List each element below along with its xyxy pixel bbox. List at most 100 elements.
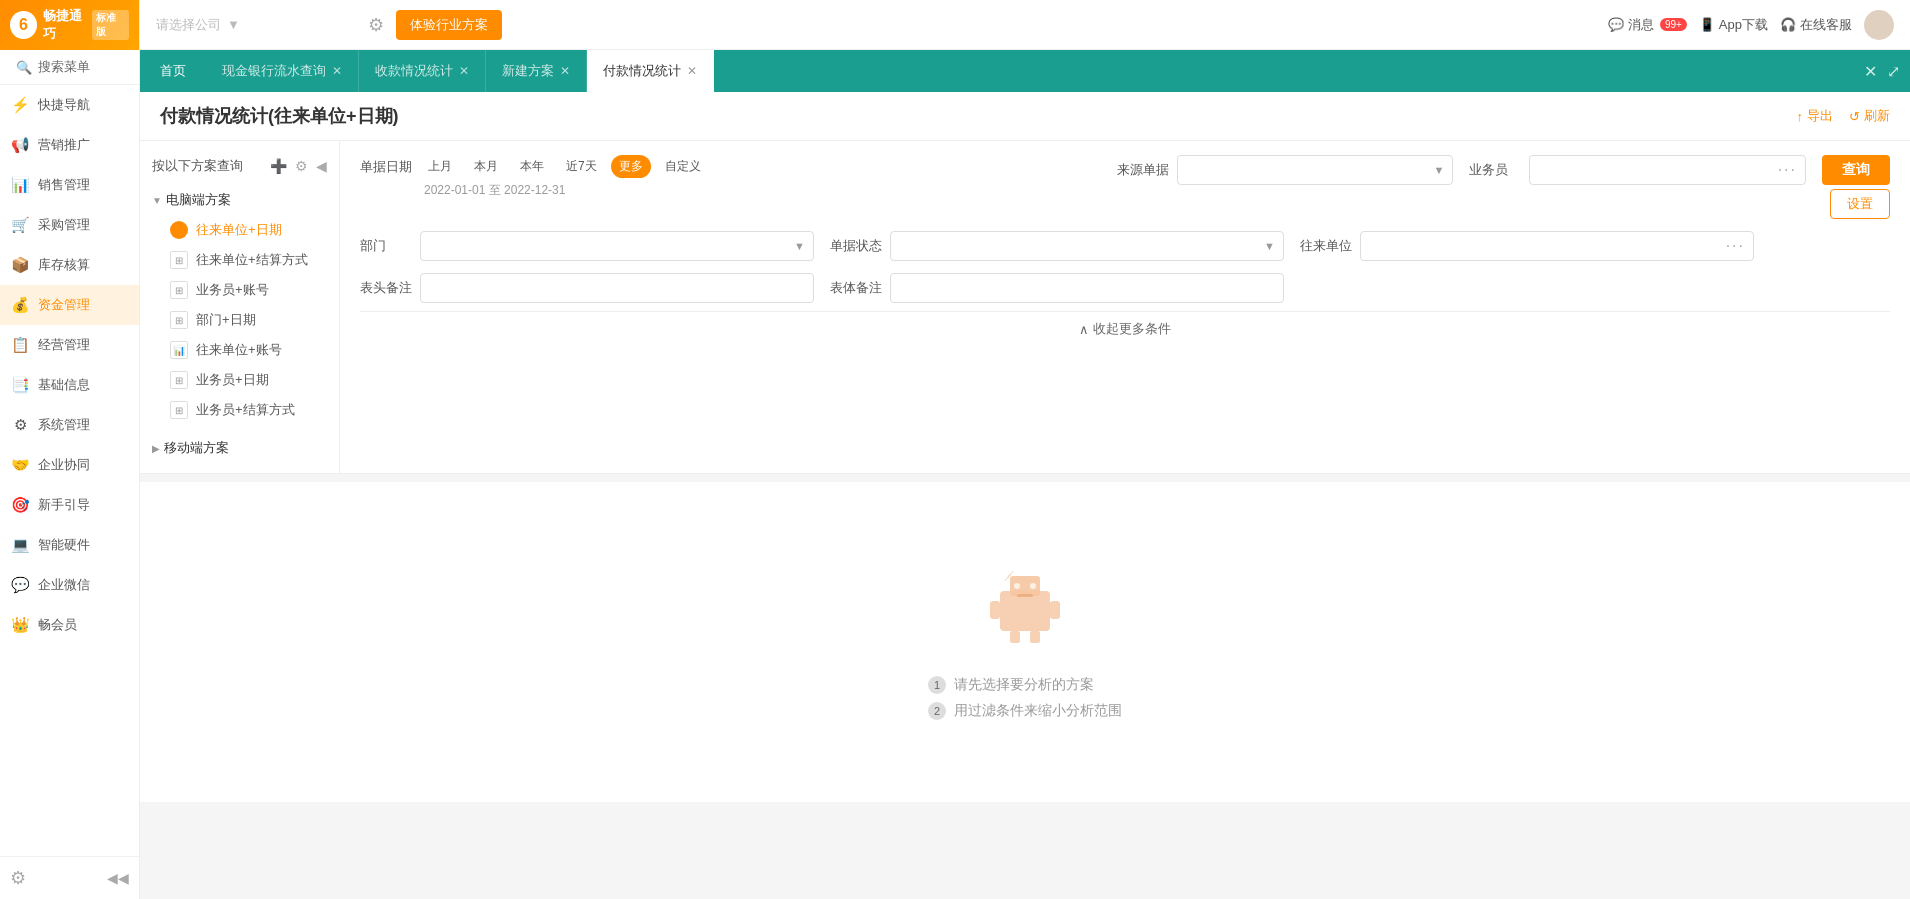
sidebar-item-purchase[interactable]: 🛒 采购管理 bbox=[0, 205, 139, 245]
topbar-settings-icon[interactable]: ⚙ bbox=[368, 14, 384, 36]
dept-label: 部门 bbox=[360, 237, 412, 255]
sidebar-collapse-icon[interactable]: ◀◀ bbox=[107, 870, 129, 886]
scheme-item-unit-settle[interactable]: ⊞ 往来单位+结算方式 bbox=[140, 245, 339, 275]
sidebar-item-management[interactable]: 📋 经营管理 bbox=[0, 325, 139, 365]
search-menu[interactable]: 🔍 搜索菜单 bbox=[0, 50, 139, 85]
refresh-btn[interactable]: ↺ 刷新 bbox=[1849, 107, 1890, 125]
tabbar: 首页 现金银行流水查询 ✕ 收款情况统计 ✕ 新建方案 ✕ 付款情况统计 ✕ ✕… bbox=[140, 50, 1910, 92]
scheme-item-salesman-settle-label: 业务员+结算方式 bbox=[196, 401, 295, 419]
export-icon: ↑ bbox=[1797, 109, 1804, 124]
sidebar-item-enterprise[interactable]: 🤝 企业协同 bbox=[0, 445, 139, 485]
doc-status-select[interactable]: ▼ bbox=[890, 231, 1284, 261]
sidebar-icon-hardware: 💻 bbox=[10, 535, 30, 555]
sidebar-item-sales[interactable]: 📊 销售管理 bbox=[0, 165, 139, 205]
source-select[interactable]: ▼ bbox=[1177, 155, 1454, 185]
date-opt-custom[interactable]: 自定义 bbox=[657, 155, 709, 178]
sidebar-icon-finance: 💰 bbox=[10, 295, 30, 315]
tab-bank-flow-close[interactable]: ✕ bbox=[332, 64, 342, 78]
sidebar-label-basic-info: 基础信息 bbox=[38, 376, 90, 394]
scheme-add-btn[interactable]: ➕ bbox=[270, 158, 287, 174]
filter-panel: 按以下方案查询 ➕ ⚙ ◀ ▼ 电脑端方案 往来单位+日期 bbox=[140, 141, 1910, 474]
tabbar-actions: ✕ ⤢ bbox=[1864, 62, 1910, 81]
date-range-text: 2022-01-01 至 2022-12-31 bbox=[424, 183, 565, 197]
sidebar-item-basic-info[interactable]: 📑 基础信息 bbox=[0, 365, 139, 405]
message-badge: 99+ bbox=[1660, 18, 1687, 31]
scheme-item-salesman-settle[interactable]: ⊞ 业务员+结算方式 bbox=[140, 395, 339, 425]
tab-close-all-icon[interactable]: ✕ bbox=[1864, 62, 1877, 81]
sidebar-item-wechat[interactable]: 💬 企业微信 bbox=[0, 565, 139, 605]
settings-btn[interactable]: 设置 bbox=[1830, 189, 1890, 219]
source-select-arrow: ▼ bbox=[1433, 164, 1444, 176]
scheme-group-desktop: ▼ 电脑端方案 往来单位+日期 ⊞ 往来单位+结算方式 ⊞ 业务员+账号 bbox=[140, 185, 339, 425]
scheme-item-unit-account[interactable]: 📊 往来单位+账号 bbox=[140, 335, 339, 365]
tab-maximize-icon[interactable]: ⤢ bbox=[1887, 62, 1900, 81]
sidebar-item-system[interactable]: ⚙ 系统管理 bbox=[0, 405, 139, 445]
export-btn[interactable]: ↑ 导出 bbox=[1797, 107, 1834, 125]
sidebar-item-finance[interactable]: 💰 资金管理 bbox=[0, 285, 139, 325]
scheme-item-unit-settle-icon: ⊞ bbox=[170, 251, 188, 269]
sidebar-item-member[interactable]: 👑 畅会员 bbox=[0, 605, 139, 645]
source-label: 来源单据 bbox=[1117, 161, 1169, 179]
company-selector[interactable]: 请选择公司 ▼ bbox=[156, 16, 356, 34]
scheme-header-actions: ➕ ⚙ ◀ bbox=[270, 158, 327, 174]
scheme-group-desktop-title[interactable]: ▼ 电脑端方案 bbox=[140, 185, 339, 215]
date-opt-7days[interactable]: 近7天 bbox=[558, 155, 605, 178]
tab-payment-stats[interactable]: 付款情况统计 ✕ bbox=[587, 50, 714, 92]
message-icon: 💬 bbox=[1608, 17, 1624, 32]
tab-payment-stats-label: 付款情况统计 bbox=[603, 62, 681, 80]
tab-home[interactable]: 首页 bbox=[140, 50, 206, 92]
refresh-label: 刷新 bbox=[1864, 107, 1890, 125]
online-service-btn[interactable]: 🎧 在线客服 bbox=[1780, 16, 1852, 34]
unit-select[interactable]: ··· bbox=[1360, 231, 1754, 261]
scheme-item-salesman-date[interactable]: ⊞ 业务员+日期 bbox=[140, 365, 339, 395]
empty-tip-1: 1 请先选择要分析的方案 bbox=[928, 676, 1122, 694]
app-download-btn[interactable]: 📱 App下载 bbox=[1699, 16, 1768, 34]
sidebar-label-enterprise: 企业协同 bbox=[38, 456, 90, 474]
sidebar-item-hardware[interactable]: 💻 智能硬件 bbox=[0, 525, 139, 565]
salesman-dots-icon: ··· bbox=[1778, 161, 1797, 179]
scheme-item-salesman-account[interactable]: ⊞ 业务员+账号 bbox=[140, 275, 339, 305]
scheme-group-mobile-title[interactable]: ▶ 移动端方案 bbox=[140, 433, 339, 463]
header-note-input[interactable] bbox=[420, 273, 814, 303]
tab-receipt-stats-close[interactable]: ✕ bbox=[459, 64, 469, 78]
date-opt-this-year[interactable]: 本年 bbox=[512, 155, 552, 178]
tab-new-scheme-close[interactable]: ✕ bbox=[560, 64, 570, 78]
tab-new-scheme[interactable]: 新建方案 ✕ bbox=[486, 50, 587, 92]
sidebar-header: 6 畅捷通巧 标准版 bbox=[0, 0, 139, 50]
header-note-label: 表头备注 bbox=[360, 279, 412, 297]
svg-rect-6 bbox=[1050, 601, 1060, 619]
dept-select[interactable]: ▼ bbox=[420, 231, 814, 261]
version-badge: 标准版 bbox=[92, 10, 129, 40]
user-avatar[interactable] bbox=[1864, 10, 1894, 40]
query-btn[interactable]: 查询 bbox=[1822, 155, 1890, 185]
sidebar-label-finance: 资金管理 bbox=[38, 296, 90, 314]
sidebar-icon-enterprise: 🤝 bbox=[10, 455, 30, 475]
svg-rect-5 bbox=[990, 601, 1000, 619]
sidebar-item-quick-nav[interactable]: ⚡ 快捷导航 bbox=[0, 85, 139, 125]
tab-payment-stats-close[interactable]: ✕ bbox=[687, 64, 697, 78]
topbar: 请选择公司 ▼ ⚙ 体验行业方案 💬 消息 99+ 📱 App下载 🎧 在线客服 bbox=[140, 0, 1910, 50]
sidebar-item-inventory[interactable]: 📦 库存核算 bbox=[0, 245, 139, 285]
salesman-select[interactable]: ··· bbox=[1529, 155, 1806, 185]
date-opt-this-month[interactable]: 本月 bbox=[466, 155, 506, 178]
date-opt-more[interactable]: 更多 bbox=[611, 155, 651, 178]
sidebar-item-guide[interactable]: 🎯 新手引导 bbox=[0, 485, 139, 525]
scheme-item-unit-account-label: 往来单位+账号 bbox=[196, 341, 282, 359]
main-area: 请选择公司 ▼ ⚙ 体验行业方案 💬 消息 99+ 📱 App下载 🎧 在线客服… bbox=[140, 0, 1910, 899]
empty-tip-2: 2 用过滤条件来缩小分析范围 bbox=[928, 702, 1122, 720]
scheme-item-dept-date[interactable]: ⊞ 部门+日期 bbox=[140, 305, 339, 335]
tab-bank-flow[interactable]: 现金银行流水查询 ✕ bbox=[206, 50, 359, 92]
scheme-item-unit-date[interactable]: 往来单位+日期 bbox=[140, 215, 339, 245]
body-note-input[interactable] bbox=[890, 273, 1284, 303]
collapse-btn[interactable]: ∧ 收起更多条件 bbox=[360, 311, 1890, 346]
page-title: 付款情况统计(往来单位+日期) bbox=[160, 104, 399, 128]
scheme-collapse-btn[interactable]: ◀ bbox=[316, 158, 327, 174]
sidebar-item-marketing[interactable]: 📢 营销推广 bbox=[0, 125, 139, 165]
trial-btn[interactable]: 体验行业方案 bbox=[396, 10, 502, 40]
tab-receipt-stats[interactable]: 收款情况统计 ✕ bbox=[359, 50, 486, 92]
sidebar-icon-guide: 🎯 bbox=[10, 495, 30, 515]
message-btn[interactable]: 💬 消息 99+ bbox=[1608, 16, 1687, 34]
date-opt-last-month[interactable]: 上月 bbox=[420, 155, 460, 178]
scheme-settings-btn[interactable]: ⚙ bbox=[295, 158, 308, 174]
sidebar-settings-icon[interactable]: ⚙ bbox=[10, 867, 26, 889]
